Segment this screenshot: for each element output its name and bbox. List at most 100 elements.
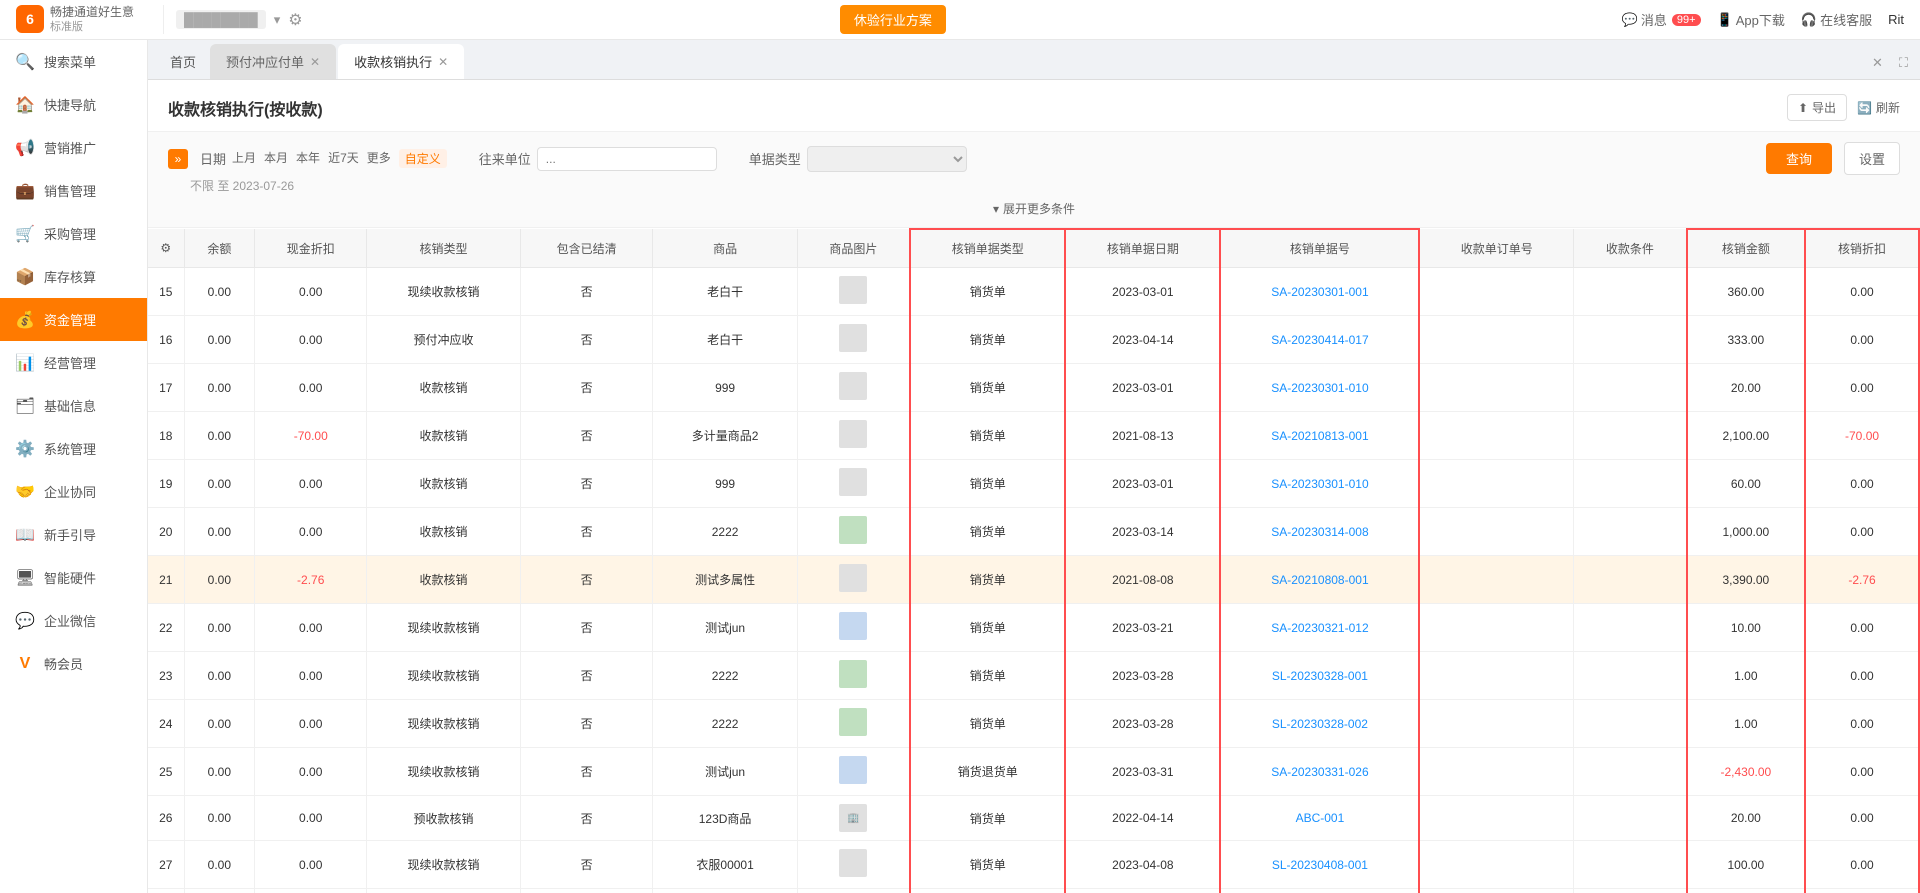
phone-icon: 📱 — [1717, 12, 1733, 28]
tab-close-icon[interactable]: ✕ — [1868, 51, 1887, 75]
sidebar-item-inventory[interactable]: 📦 库存核算 — [0, 255, 147, 298]
sidebar-item-marketing[interactable]: 📢 营销推广 — [0, 126, 147, 169]
date-custom[interactable]: 自定义 — [399, 149, 447, 168]
product-thumbnail — [839, 276, 867, 304]
message-icon: 💬 — [1622, 12, 1638, 28]
col-gear[interactable]: ⚙ — [148, 229, 184, 268]
tab-home[interactable]: 首页 — [156, 44, 210, 79]
refresh-icon: 🔄 — [1857, 101, 1872, 115]
table-row: 220.000.00现续收款核销否测试jun销货单2023-03-21SA-20… — [148, 604, 1919, 652]
col-include-settled: 包含已结清 — [520, 229, 653, 268]
sidebar-label-finance: 资金管理 — [44, 310, 96, 329]
gear-icon[interactable]: ⚙ — [288, 10, 302, 30]
sidebar-item-hardware[interactable]: 🖥 智能硬件 — [0, 556, 147, 599]
sidebar-label-sales: 销售管理 — [44, 181, 96, 200]
sidebar-label-search: 搜索菜单 — [44, 52, 96, 71]
tab-prepay-close[interactable]: ✕ — [310, 55, 320, 69]
table-row: 240.000.00现续收款核销否2222销货单2023-03-28SL-202… — [148, 700, 1919, 748]
industry-btn[interactable]: 休验行业方案 — [840, 5, 946, 34]
product-thumbnail — [839, 849, 867, 877]
product-thumbnail — [839, 564, 867, 592]
header-buttons: ⬆ 导出 🔄 刷新 — [1787, 94, 1900, 121]
messages-btn[interactable]: 💬 消息 99+ — [1622, 10, 1701, 29]
sidebar-item-quicknav[interactable]: 🏠 快捷导航 — [0, 83, 147, 126]
bill-type-filter: 单据类型 — [749, 146, 967, 172]
col-collect-condition: 收款条件 — [1574, 229, 1687, 268]
top-right-actions: 💬 消息 99+ 📱 App下载 🎧 在线客服 Rit — [1622, 10, 1904, 29]
dropdown-icon[interactable]: ▾ — [274, 12, 281, 28]
product-thumbnail: 🏢 — [839, 804, 867, 832]
table-body: 150.000.00现续收款核销否老白干销货单2023-03-01SA-2023… — [148, 268, 1919, 893]
sidebar-item-finance[interactable]: 💰 资金管理 — [0, 298, 147, 341]
sidebar-label-basic: 基础信息 — [44, 396, 96, 415]
filter-expand-arrow[interactable]: » — [168, 149, 188, 169]
col-verify-bill-type: 核销单据类型 — [910, 229, 1065, 268]
tab-collection[interactable]: 收款核销执行 ✕ — [338, 44, 464, 79]
sidebar-label-purchase: 采购管理 — [44, 224, 96, 243]
col-balance: 余额 — [184, 229, 255, 268]
col-verify-discount: 核销折扣 — [1805, 229, 1919, 268]
purchase-icon: 🛒 — [16, 225, 34, 243]
sidebar-item-guide[interactable]: 📖 新手引导 — [0, 513, 147, 556]
filter-row-1: » 日期 上月 本月 本年 近7天 更多 自定义 — [168, 142, 1900, 175]
inventory-icon: 📦 — [16, 268, 34, 286]
enterprise-icon: 🤝 — [16, 483, 34, 501]
table-header-row: ⚙ 余额 现金折扣 核销类型 包含已结清 商品 商品图片 核销单据类型 核销单据… — [148, 229, 1919, 268]
bill-type-select[interactable] — [807, 146, 967, 172]
sidebar-item-enterprise[interactable]: 🤝 企业协同 — [0, 470, 147, 513]
sidebar-item-system[interactable]: ⚙️ 系统管理 — [0, 427, 147, 470]
system-icon: ⚙️ — [16, 440, 34, 458]
table-row: 150.000.00现续收款核销否老白干销货单2023-03-01SA-2023… — [148, 268, 1919, 316]
wechat-icon: 💬 — [16, 612, 34, 630]
date-this-month[interactable]: 本月 — [264, 149, 288, 168]
query-btn[interactable]: 查询 — [1766, 143, 1832, 174]
date-last-month[interactable]: 上月 — [232, 149, 256, 168]
tab-collection-close[interactable]: ✕ — [438, 55, 448, 69]
col-cash-discount: 现金折扣 — [255, 229, 367, 268]
table-row: 260.000.00预收款核销否123D商品🏢销货单2022-04-14ABC-… — [148, 796, 1919, 841]
sidebar-item-search[interactable]: 🔍 搜索菜单 — [0, 40, 147, 83]
product-thumbnail — [839, 324, 867, 352]
expand-more-btn[interactable]: ▾ 展开更多条件 — [993, 200, 1075, 217]
product-thumbnail — [839, 660, 867, 688]
sidebar-item-purchase[interactable]: 🛒 采购管理 — [0, 212, 147, 255]
headset-icon: 🎧 — [1801, 12, 1817, 28]
sidebar-label-wechat: 企业微信 — [44, 611, 96, 630]
tab-expand-icon[interactable]: ⛶ — [1895, 51, 1912, 75]
col-verify-type: 核销类型 — [367, 229, 520, 268]
export-icon: ⬆ — [1798, 101, 1808, 115]
export-btn[interactable]: ⬆ 导出 — [1787, 94, 1847, 121]
table-row: 160.000.00预付冲应收否老白干销货单2023-04-14SA-20230… — [148, 316, 1919, 364]
sidebar-item-member[interactable]: V 畅会员 — [0, 642, 147, 685]
page-title: 收款核销执行(按收款) — [168, 96, 323, 120]
col-verify-amount: 核销金额 — [1687, 229, 1805, 268]
online-service-btn[interactable]: 🎧 在线客服 — [1801, 10, 1872, 29]
sidebar-item-operations[interactable]: 📊 经营管理 — [0, 341, 147, 384]
sidebar: 🔍 搜索菜单 🏠 快捷导航 📢 营销推广 💼 销售管理 🛒 采购管理 📦 库存核… — [0, 40, 148, 893]
operations-icon: 📊 — [16, 354, 34, 372]
sidebar-item-wechat[interactable]: 💬 企业微信 — [0, 599, 147, 642]
tab-bar: 首页 预付冲应付单 ✕ 收款核销执行 ✕ ✕ ⛶ — [148, 40, 1920, 80]
table-row: 210.00-2.76收款核销否测试多属性销货单2021-08-08SA-202… — [148, 556, 1919, 604]
company-selector[interactable]: ████████ ▾ ⚙ — [176, 10, 828, 30]
date-this-year[interactable]: 本年 — [296, 149, 320, 168]
sales-icon: 💼 — [16, 182, 34, 200]
tab-prepay[interactable]: 预付冲应付单 ✕ — [210, 44, 336, 79]
table-row: 270.000.00现续收款核销否衣服00001销货单2023-04-08SL-… — [148, 841, 1919, 889]
filter-bar: » 日期 上月 本月 本年 近7天 更多 自定义 — [148, 132, 1920, 228]
date-more[interactable]: 更多 — [367, 149, 391, 168]
partner-input[interactable] — [537, 147, 717, 171]
finance-icon: 💰 — [16, 311, 34, 329]
app-download-btn[interactable]: 📱 App下载 — [1717, 10, 1785, 29]
expand-down-icon: ▾ — [993, 202, 999, 216]
product-thumbnail — [839, 468, 867, 496]
date-links: 上月 本月 本年 近7天 更多 自定义 — [232, 149, 447, 168]
date-7days[interactable]: 近7天 — [328, 149, 359, 168]
user-name: Rit — [1888, 12, 1904, 27]
refresh-btn[interactable]: 🔄 刷新 — [1857, 94, 1900, 121]
sidebar-item-sales[interactable]: 💼 销售管理 — [0, 169, 147, 212]
product-thumbnail — [839, 420, 867, 448]
sidebar-item-basic[interactable]: 🗂 基础信息 — [0, 384, 147, 427]
setting-btn[interactable]: 设置 — [1844, 142, 1900, 175]
date-label: 日期 — [200, 149, 226, 168]
